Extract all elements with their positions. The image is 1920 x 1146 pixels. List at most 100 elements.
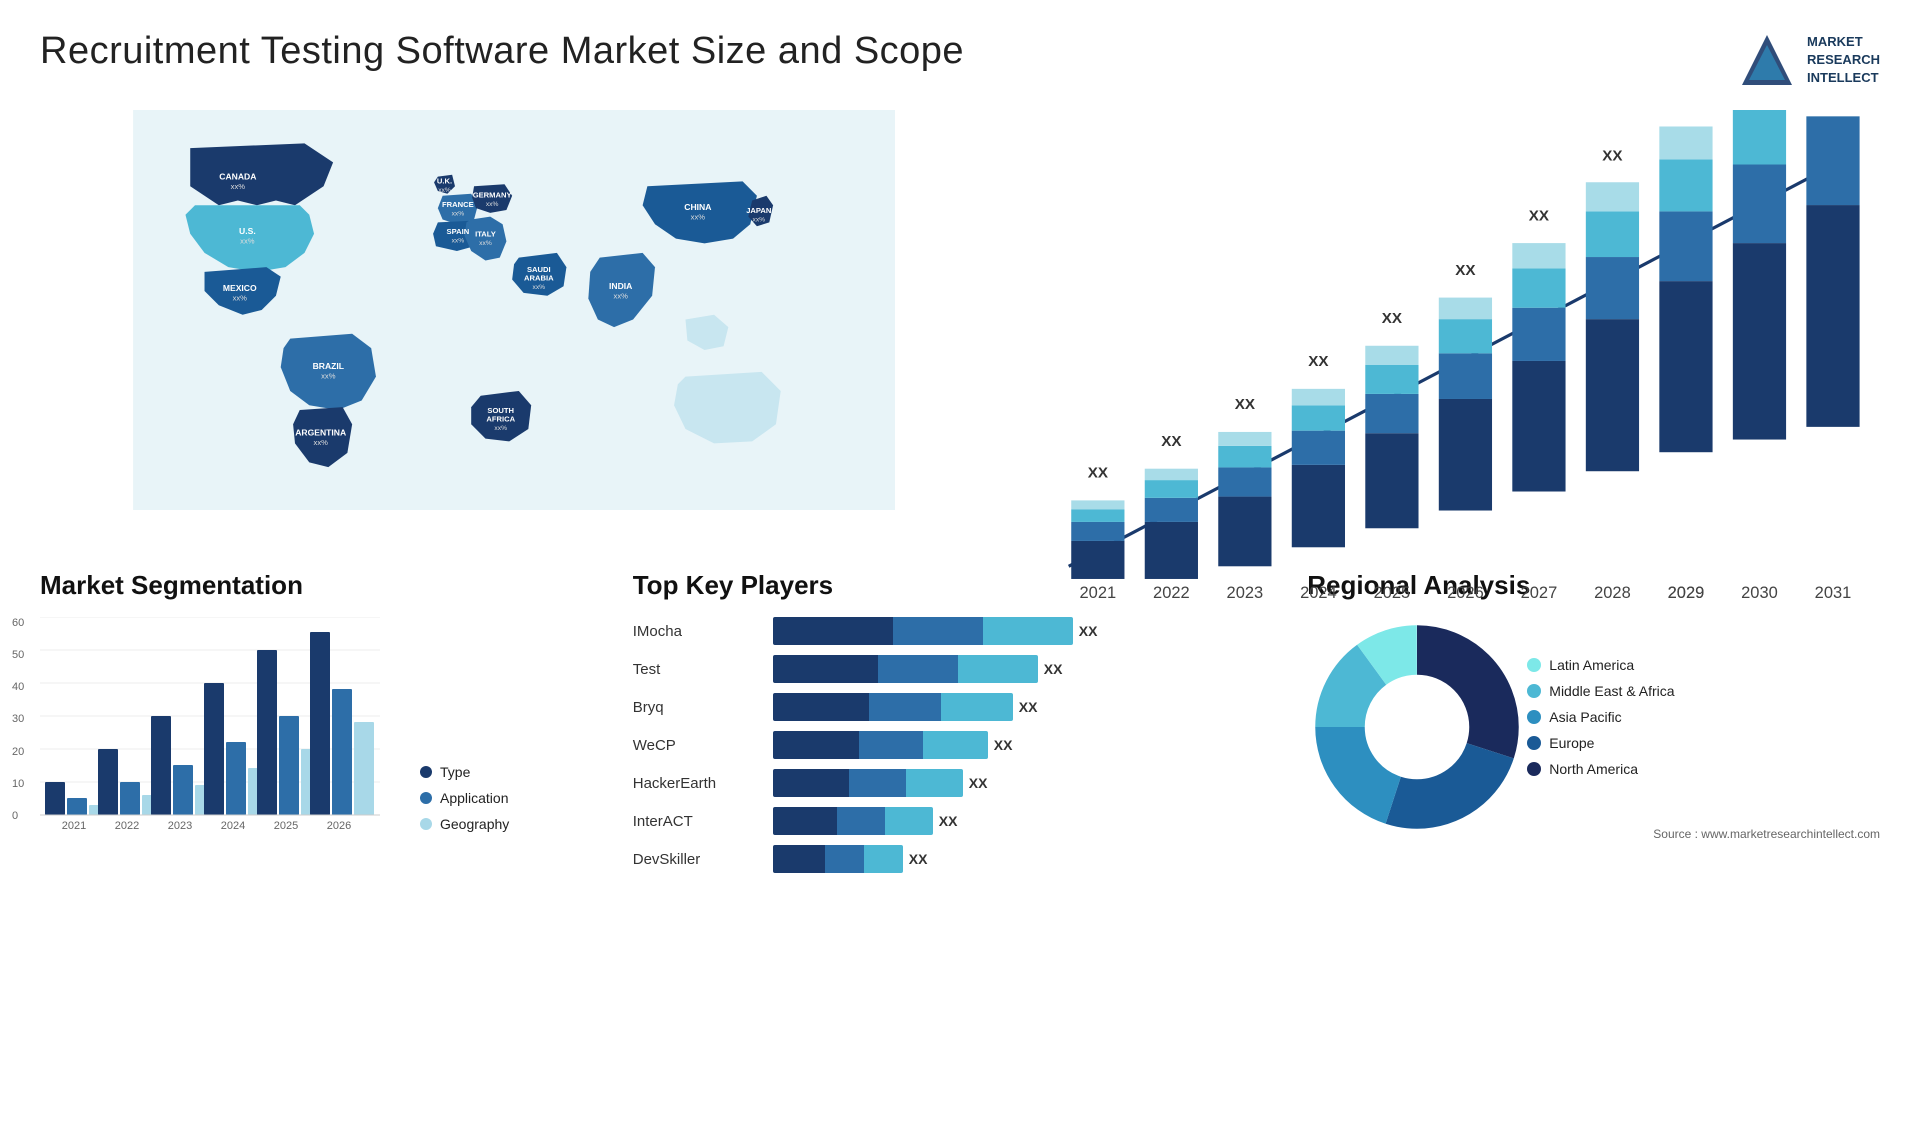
svg-text:ITALY: ITALY xyxy=(475,230,496,239)
bar-chart: XX 2021 XX 2022 XX 2023 xyxy=(1018,110,1880,510)
regional-container: Latin America Middle East & Africa Asia … xyxy=(1307,617,1880,817)
svg-text:2021: 2021 xyxy=(1080,584,1117,602)
svg-text:2023: 2023 xyxy=(168,820,192,832)
svg-text:AFRICA: AFRICA xyxy=(486,414,515,423)
y-label-40: 40 xyxy=(12,681,24,693)
svg-text:2029: 2029 xyxy=(1668,584,1705,602)
player-name-hackerearth: HackerEarth xyxy=(633,775,763,792)
svg-text:xx%: xx% xyxy=(479,240,492,247)
player-value-bryq: XX xyxy=(1019,699,1038,715)
y-label-30: 30 xyxy=(12,713,24,725)
svg-text:xx%: xx% xyxy=(233,293,248,302)
svg-text:xx%: xx% xyxy=(614,292,629,301)
svg-text:2027: 2027 xyxy=(1521,584,1558,602)
label-asia-pacific: Asia Pacific xyxy=(1549,709,1621,725)
svg-text:MEXICO: MEXICO xyxy=(223,283,257,293)
svg-text:xx%: xx% xyxy=(486,201,499,208)
svg-text:XX: XX xyxy=(1235,396,1255,413)
svg-text:ARGENTINA: ARGENTINA xyxy=(295,428,346,438)
legend-dot-application xyxy=(420,792,432,804)
player-name-wecp: WeCP xyxy=(633,737,763,754)
svg-text:ARABIA: ARABIA xyxy=(524,273,554,282)
player-name-imocha: IMocha xyxy=(633,623,763,640)
player-row-bryq: Bryq XX xyxy=(633,693,1288,721)
label-latin-america: Latin America xyxy=(1549,657,1634,673)
player-bar-devskiller: XX xyxy=(773,845,928,873)
player-row-test: Test XX xyxy=(633,655,1288,683)
svg-text:2028: 2028 xyxy=(1594,584,1631,602)
label-middle-east: Middle East & Africa xyxy=(1549,683,1674,699)
dot-latin-america xyxy=(1527,658,1541,672)
player-row-devskiller: DevSkiller XX xyxy=(633,845,1288,873)
svg-text:CANADA: CANADA xyxy=(219,172,256,182)
svg-text:2026: 2026 xyxy=(1447,584,1484,602)
player-value-hackerearth: XX xyxy=(969,775,988,791)
y-label-20: 20 xyxy=(12,746,24,758)
svg-text:SPAIN: SPAIN xyxy=(447,227,470,236)
segmentation-title: Market Segmentation xyxy=(40,570,613,601)
y-label-60: 60 xyxy=(12,617,24,629)
player-bar-test: XX xyxy=(773,655,1063,683)
player-name-test: Test xyxy=(633,661,763,678)
legend-europe: Europe xyxy=(1527,735,1674,751)
svg-text:2024: 2024 xyxy=(1300,584,1337,602)
legend-application: Application xyxy=(420,790,509,806)
label-north-america: North America xyxy=(1549,761,1638,777)
regional-legend: Latin America Middle East & Africa Asia … xyxy=(1527,657,1674,777)
logo-icon xyxy=(1737,30,1797,90)
legend-dot-geography xyxy=(420,818,432,830)
svg-text:XX: XX xyxy=(1088,465,1108,482)
svg-text:2024: 2024 xyxy=(221,820,245,832)
svg-text:INDIA: INDIA xyxy=(609,281,632,291)
dot-middle-east xyxy=(1527,684,1541,698)
legend-middle-east: Middle East & Africa xyxy=(1527,683,1674,699)
svg-text:2022: 2022 xyxy=(1153,584,1190,602)
player-name-interact: InterACT xyxy=(633,813,763,830)
player-bar-hackerearth: XX xyxy=(773,769,988,797)
svg-text:XX: XX xyxy=(1161,433,1181,450)
svg-text:BRAZIL: BRAZIL xyxy=(313,361,344,371)
svg-text:xx%: xx% xyxy=(452,211,465,218)
svg-text:JAPAN: JAPAN xyxy=(746,206,771,215)
player-bar-wecp: XX xyxy=(773,731,1013,759)
dot-north-america xyxy=(1527,762,1541,776)
logo-text: MARKET RESEARCH INTELLECT xyxy=(1807,33,1880,88)
svg-text:xx%: xx% xyxy=(494,425,507,432)
svg-text:XX: XX xyxy=(1308,353,1328,370)
segmentation-section: Market Segmentation 60 50 40 30 20 10 0 xyxy=(40,570,613,873)
legend-label-application: Application xyxy=(440,790,509,806)
player-value-wecp: XX xyxy=(994,737,1013,753)
legend-dot-type xyxy=(420,766,432,778)
donut-chart xyxy=(1307,617,1507,817)
svg-text:XX: XX xyxy=(1382,310,1402,327)
svg-text:U.S.: U.S. xyxy=(239,226,256,236)
svg-text:2025: 2025 xyxy=(1374,584,1411,602)
svg-text:2022: 2022 xyxy=(115,820,139,832)
svg-text:XX: XX xyxy=(1529,207,1549,224)
y-label-50: 50 xyxy=(12,649,24,661)
svg-text:2023: 2023 xyxy=(1227,584,1264,602)
svg-text:2021: 2021 xyxy=(62,820,86,832)
page-title: Recruitment Testing Software Market Size… xyxy=(40,30,964,73)
svg-text:xx%: xx% xyxy=(452,237,465,244)
legend-latin-america: Latin America xyxy=(1527,657,1674,673)
dot-asia-pacific xyxy=(1527,710,1541,724)
svg-text:2025: 2025 xyxy=(274,820,298,832)
svg-text:XX: XX xyxy=(1455,262,1475,279)
player-bar-interact: XX xyxy=(773,807,958,835)
label-europe: Europe xyxy=(1549,735,1594,751)
player-name-devskiller: DevSkiller xyxy=(633,851,763,868)
player-value-devskiller: XX xyxy=(909,851,928,867)
svg-text:U.K.: U.K. xyxy=(437,176,452,185)
world-map: CANADA xx% U.S. xx% MEXICO xx% BRAZIL xx… xyxy=(40,110,988,510)
svg-text:xx%: xx% xyxy=(231,182,246,191)
legend-asia-pacific: Asia Pacific xyxy=(1527,709,1674,725)
svg-text:xx%: xx% xyxy=(753,216,766,223)
segmentation-legend: Type Application Geography xyxy=(420,764,509,832)
page-header: Recruitment Testing Software Market Size… xyxy=(40,30,1880,90)
svg-text:xx%: xx% xyxy=(533,284,546,291)
legend-geography: Geography xyxy=(420,816,509,832)
svg-text:XX: XX xyxy=(1602,148,1622,165)
legend-north-america: North America xyxy=(1527,761,1674,777)
svg-text:2030: 2030 xyxy=(1741,584,1778,602)
